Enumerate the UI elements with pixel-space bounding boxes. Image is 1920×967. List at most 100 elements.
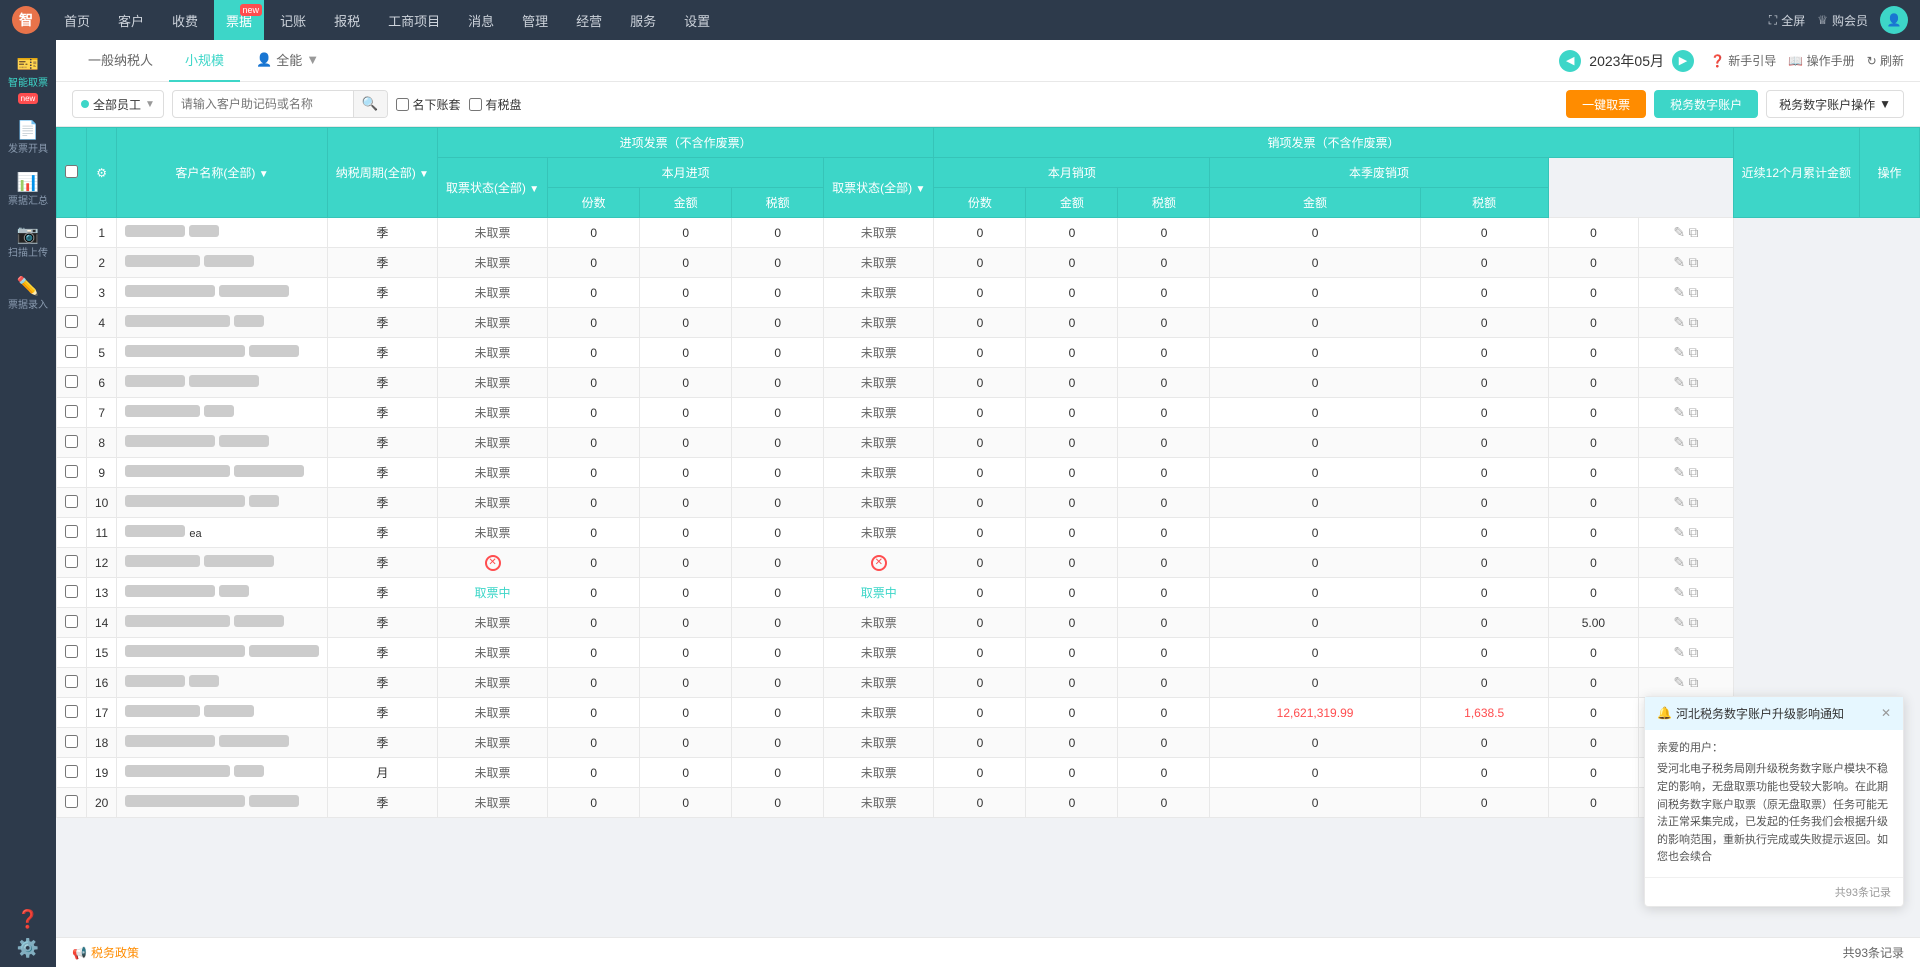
check-tax-disk[interactable]: 有税盘 xyxy=(469,96,522,113)
sidebar-item-scan-upload[interactable]: 📷 扫描上传 xyxy=(3,218,53,266)
nav-message[interactable]: 消息 xyxy=(456,0,506,40)
manual-btn[interactable]: 📖 操作手册 xyxy=(1788,52,1854,69)
new-guide-btn[interactable]: ❓ 新手引导 xyxy=(1710,52,1776,69)
row-customer-name[interactable] xyxy=(117,788,327,818)
nav-customer[interactable]: 客户 xyxy=(106,0,156,40)
copy-icon[interactable]: ⧉ xyxy=(1688,464,1698,480)
tax-policy-link[interactable]: 税务政策 xyxy=(91,944,139,961)
copy-icon[interactable]: ⧉ xyxy=(1688,374,1698,390)
check-tax-disk-input[interactable] xyxy=(469,98,482,111)
row-customer-name[interactable] xyxy=(117,428,327,458)
row-customer-name[interactable] xyxy=(117,338,327,368)
row-customer-name[interactable] xyxy=(117,308,327,338)
row-checkbox[interactable] xyxy=(65,525,78,538)
nav-tax[interactable]: 报税 xyxy=(322,0,372,40)
nav-service[interactable]: 服务 xyxy=(618,0,668,40)
one-click-invoice-btn[interactable]: 一键取票 xyxy=(1566,90,1646,118)
row-checkbox[interactable] xyxy=(65,735,78,748)
nav-business[interactable]: 工商项目 xyxy=(376,0,452,40)
refresh-btn[interactable]: ↻ 刷新 xyxy=(1867,52,1904,69)
edit-icon[interactable]: ✎ xyxy=(1673,314,1685,330)
sidebar-item-invoice-open[interactable]: 📄 发票开具 xyxy=(3,114,53,162)
row-customer-name[interactable] xyxy=(117,368,327,398)
search-input[interactable] xyxy=(173,97,353,111)
th-tax-period[interactable]: 纳税周期(全部) ▼ xyxy=(327,128,437,218)
edit-icon[interactable]: ✎ xyxy=(1673,224,1685,240)
row-customer-name[interactable] xyxy=(117,278,327,308)
th-outbound-status[interactable]: 取票状态(全部) ▼ xyxy=(824,158,934,218)
nav-manage[interactable]: 管理 xyxy=(510,0,560,40)
edit-icon[interactable]: ✎ xyxy=(1673,344,1685,360)
fullscreen-btn[interactable]: ⛶ 全屏 xyxy=(1769,12,1805,29)
row-customer-name[interactable] xyxy=(117,548,327,578)
search-button[interactable]: 🔍 xyxy=(353,90,387,118)
row-checkbox[interactable] xyxy=(65,225,78,238)
row-checkbox[interactable] xyxy=(65,705,78,718)
row-checkbox[interactable] xyxy=(65,645,78,658)
vip-btn[interactable]: ♕ 购会员 xyxy=(1817,12,1868,29)
edit-icon[interactable]: ✎ xyxy=(1673,584,1685,600)
row-checkbox[interactable] xyxy=(65,255,78,268)
sidebar-item-invoice-summary[interactable]: 📊 票据汇总 xyxy=(3,166,53,214)
copy-icon[interactable]: ⧉ xyxy=(1688,284,1698,300)
nav-operation[interactable]: 经营 xyxy=(564,0,614,40)
edit-icon[interactable]: ✎ xyxy=(1673,554,1685,570)
nav-bookkeeping[interactable]: 记账 xyxy=(268,0,318,40)
row-checkbox[interactable] xyxy=(65,345,78,358)
edit-icon[interactable]: ✎ xyxy=(1673,404,1685,420)
copy-icon[interactable]: ⧉ xyxy=(1688,524,1698,540)
copy-icon[interactable]: ⧉ xyxy=(1688,404,1698,420)
row-checkbox[interactable] xyxy=(65,675,78,688)
row-customer-name[interactable] xyxy=(117,458,327,488)
edit-icon[interactable]: ✎ xyxy=(1673,434,1685,450)
row-checkbox[interactable] xyxy=(65,315,78,328)
row-customer-name[interactable] xyxy=(117,578,327,608)
nav-billing[interactable]: 收费 xyxy=(160,0,210,40)
notification-close-btn[interactable]: ✕ xyxy=(1881,706,1891,720)
select-all-checkbox[interactable] xyxy=(65,165,78,178)
copy-icon[interactable]: ⧉ xyxy=(1688,224,1698,240)
row-checkbox[interactable] xyxy=(65,615,78,628)
edit-icon[interactable]: ✎ xyxy=(1673,494,1685,510)
row-checkbox[interactable] xyxy=(65,405,78,418)
copy-icon[interactable]: ⧉ xyxy=(1688,494,1698,510)
row-customer-name[interactable] xyxy=(117,218,327,248)
settings-icon[interactable]: ⚙️ xyxy=(17,938,39,959)
edit-icon[interactable]: ✎ xyxy=(1673,524,1685,540)
th-customer-name[interactable]: 客户名称(全部) ▼ xyxy=(117,128,327,218)
tax-digital-account-btn[interactable]: 税务数字账户 xyxy=(1654,90,1758,118)
edit-icon[interactable]: ✎ xyxy=(1673,464,1685,480)
tab-general-taxpayer[interactable]: 一般纳税人 xyxy=(72,40,169,82)
copy-icon[interactable]: ⧉ xyxy=(1688,344,1698,360)
copy-icon[interactable]: ⧉ xyxy=(1688,254,1698,270)
row-customer-name[interactable] xyxy=(117,248,327,278)
copy-icon[interactable]: ⧉ xyxy=(1688,314,1698,330)
tab-all[interactable]: 👤 全能 ▼ xyxy=(240,40,335,82)
user-avatar[interactable]: 👤 xyxy=(1880,6,1908,34)
copy-icon[interactable]: ⧉ xyxy=(1688,614,1698,630)
row-customer-name[interactable] xyxy=(117,728,327,758)
row-customer-name[interactable] xyxy=(117,698,327,728)
copy-icon[interactable]: ⧉ xyxy=(1688,674,1698,690)
copy-icon[interactable]: ⧉ xyxy=(1688,584,1698,600)
row-checkbox[interactable] xyxy=(65,495,78,508)
nav-invoice[interactable]: 票据 new xyxy=(214,0,264,40)
row-customer-name[interactable] xyxy=(117,608,327,638)
row-customer-name[interactable] xyxy=(117,758,327,788)
row-checkbox[interactable] xyxy=(65,375,78,388)
edit-icon[interactable]: ✎ xyxy=(1673,374,1685,390)
row-customer-name[interactable]: ea xyxy=(117,518,327,548)
row-customer-name[interactable] xyxy=(117,398,327,428)
copy-icon[interactable]: ⧉ xyxy=(1688,434,1698,450)
row-checkbox[interactable] xyxy=(65,285,78,298)
row-customer-name[interactable] xyxy=(117,638,327,668)
period-prev-btn[interactable]: ◀ xyxy=(1559,50,1581,72)
employee-select[interactable]: 全部员工 ▼ xyxy=(72,90,164,118)
edit-icon[interactable]: ✎ xyxy=(1673,614,1685,630)
row-checkbox[interactable] xyxy=(65,585,78,598)
nav-settings[interactable]: 设置 xyxy=(672,0,722,40)
row-checkbox[interactable] xyxy=(65,465,78,478)
sidebar-item-smart-invoice[interactable]: 🎫 智能取票 new xyxy=(3,48,53,110)
sidebar-item-invoice-entry[interactable]: ✏️ 票据录入 xyxy=(3,270,53,318)
row-checkbox[interactable] xyxy=(65,795,78,808)
